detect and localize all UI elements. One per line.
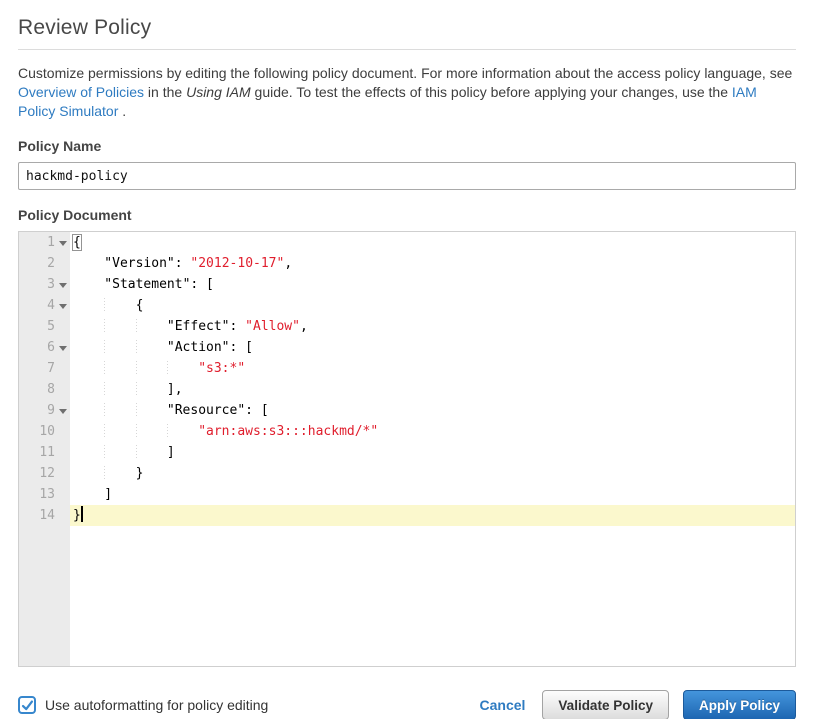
intro-text-4: . — [118, 103, 126, 119]
checkmark-icon — [21, 699, 34, 712]
fold-arrow-icon[interactable] — [59, 283, 67, 288]
editor-lines: {"Version": "2012-10-17","Statement": [{… — [70, 232, 795, 526]
intro-text-3: guide. To test the effects of this polic… — [251, 84, 732, 100]
code-line: { — [70, 232, 795, 253]
code-line: } — [70, 463, 795, 484]
validate-policy-button[interactable]: Validate Policy — [542, 690, 669, 719]
cancel-link[interactable]: Cancel — [480, 697, 526, 713]
intro-text-2: in the — [144, 84, 186, 100]
gutter-line-number: 4 — [19, 295, 70, 316]
header-divider — [18, 49, 796, 50]
autoformat-checkbox-label[interactable]: Use autoformatting for policy editing — [45, 697, 268, 713]
fold-arrow-icon[interactable] — [59, 241, 67, 246]
gutter-line-number: 7 — [19, 358, 70, 379]
gutter-line-number: 13 — [19, 484, 70, 505]
apply-policy-button[interactable]: Apply Policy — [683, 690, 796, 719]
editor-gutter: 1234567891011121314 — [19, 232, 70, 666]
code-line: "s3:*" — [70, 358, 795, 379]
gutter-line-number: 9 — [19, 400, 70, 421]
code-line: "Statement": [ — [70, 274, 795, 295]
code-line: { — [70, 295, 795, 316]
gutter-line-number: 1 — [19, 232, 70, 253]
code-line: "Resource": [ — [70, 400, 795, 421]
gutter-line-number: 14 — [19, 505, 70, 526]
footer-actions: Cancel Validate Policy Apply Policy — [480, 690, 797, 719]
text-cursor — [81, 506, 83, 522]
intro-text-1: Customize permissions by editing the fol… — [18, 65, 792, 81]
gutter-line-number: 2 — [19, 253, 70, 274]
code-line: "Version": "2012-10-17", — [70, 253, 795, 274]
gutter-line-number: 3 — [19, 274, 70, 295]
policy-document-editor[interactable]: 1234567891011121314 {"Version": "2012-10… — [18, 231, 796, 667]
fold-arrow-icon[interactable] — [59, 409, 67, 414]
fold-arrow-icon[interactable] — [59, 346, 67, 351]
code-line: "arn:aws:s3:::hackmd/*" — [70, 421, 795, 442]
page-title: Review Policy — [18, 16, 796, 40]
policy-document-label: Policy Document — [18, 207, 796, 223]
code-line: "Action": [ — [70, 337, 795, 358]
gutter-line-number: 12 — [19, 463, 70, 484]
policy-name-label: Policy Name — [18, 138, 796, 154]
code-line: } — [70, 505, 795, 526]
code-line: ] — [70, 484, 795, 505]
code-line: ] — [70, 442, 795, 463]
fold-arrow-icon[interactable] — [59, 304, 67, 309]
overview-of-policies-link[interactable]: Overview of Policies — [18, 84, 144, 100]
code-line: "Effect": "Allow", — [70, 316, 795, 337]
gutter-line-number: 5 — [19, 316, 70, 337]
code-line: ], — [70, 379, 795, 400]
review-policy-page: Review Policy Customize permissions by e… — [0, 16, 814, 719]
gutter-line-number: 10 — [19, 421, 70, 442]
gutter-line-number: 11 — [19, 442, 70, 463]
gutter-line-number: 8 — [19, 379, 70, 400]
intro-text: Customize permissions by editing the fol… — [18, 64, 796, 121]
autoformat-checkbox[interactable] — [18, 696, 36, 714]
footer-bar: Use autoformatting for policy editing Ca… — [18, 690, 796, 719]
policy-name-input[interactable] — [18, 162, 796, 190]
using-iam-guide-name: Using IAM — [186, 84, 251, 100]
gutter-line-number: 6 — [19, 337, 70, 358]
